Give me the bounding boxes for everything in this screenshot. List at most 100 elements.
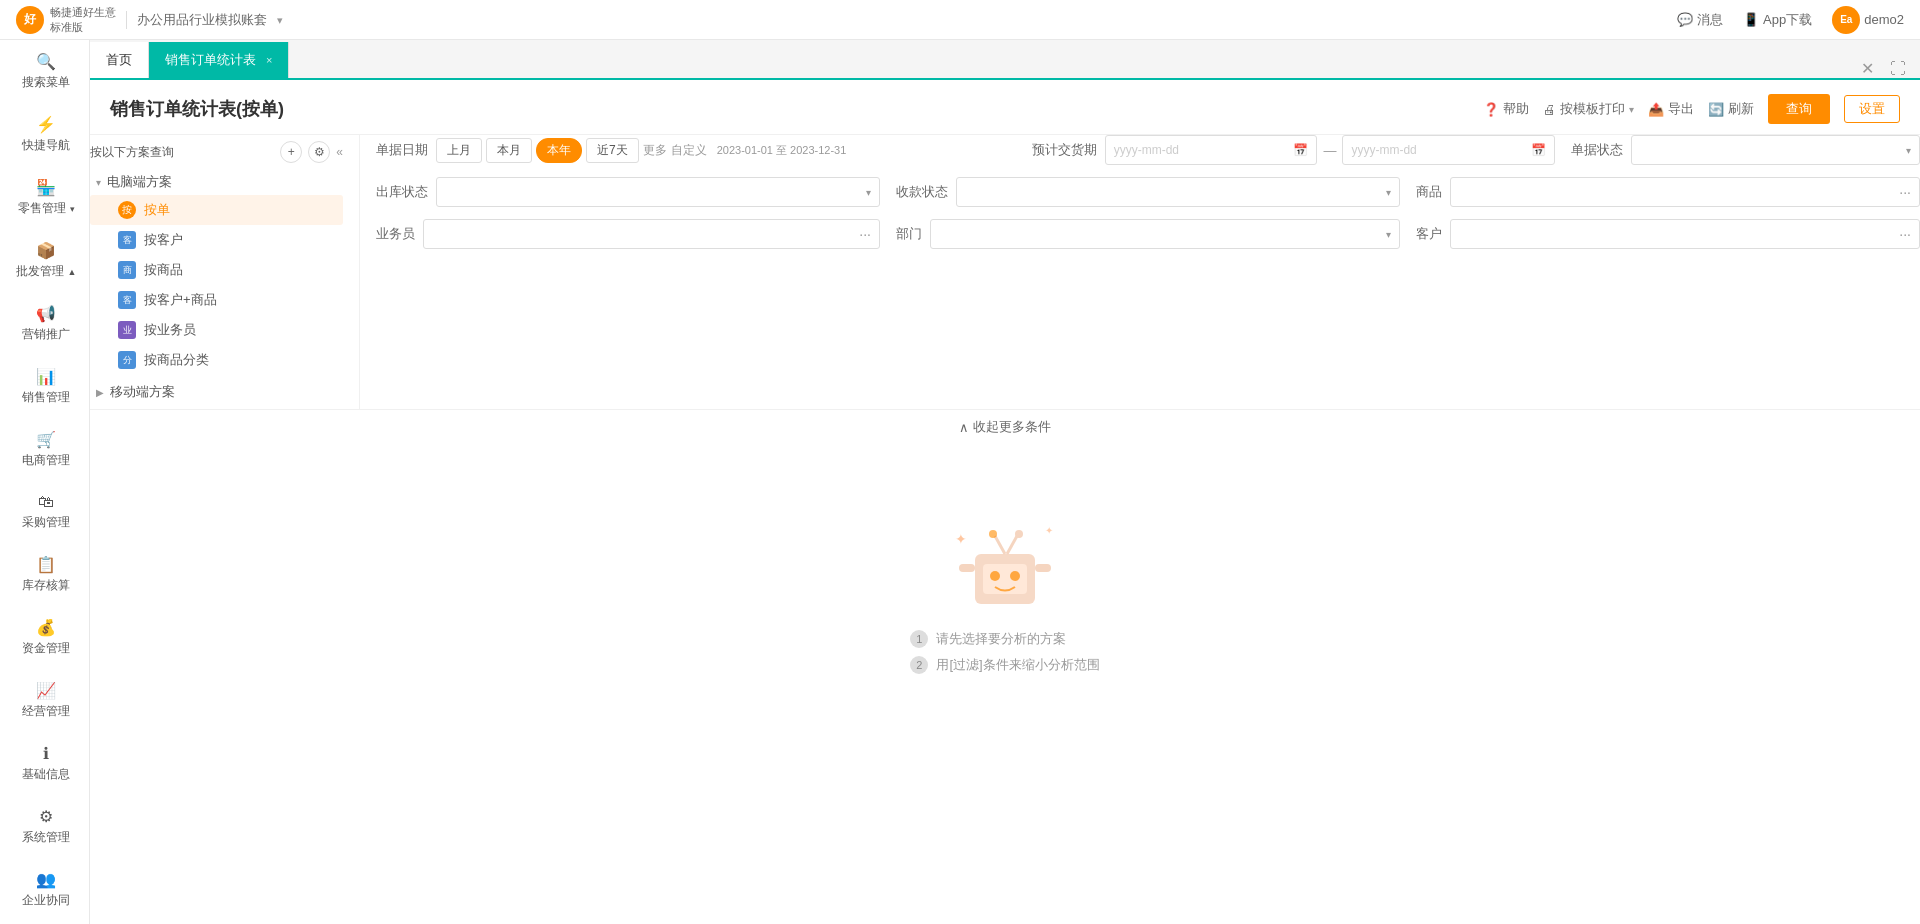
scheme-item-by-category[interactable]: 分 按商品分类 — [90, 345, 343, 375]
scheme-item-by-order[interactable]: 按 按单 — [90, 195, 343, 225]
filter-customer: 客户 ··· — [1416, 219, 1920, 249]
filter-goods: 商品 ··· — [1416, 177, 1920, 207]
tab-home[interactable]: 首页 — [90, 42, 149, 78]
filter-row-2: 出库状态 ▾ 收款状态 ▾ — [376, 177, 1920, 207]
empty-state: ✦ ✦ 1 请先选择要分析的方案 2 用[过滤]条件来缩小分析范围 — [90, 444, 1920, 734]
preset-custom[interactable]: 自定义 — [671, 142, 707, 159]
filter-salesperson: 业务员 ··· — [376, 219, 880, 249]
scheme-group-header-pc[interactable]: ▾ 电脑端方案 — [90, 169, 343, 195]
scheme-item-by-salesperson[interactable]: 业 按业务员 — [90, 315, 343, 345]
user-menu[interactable]: Ea demo2 — [1832, 6, 1904, 34]
goods-dots[interactable]: ··· — [1899, 184, 1911, 200]
help-icon: ❓ — [1483, 102, 1499, 117]
bill-status-arrow-icon: ▾ — [1906, 145, 1911, 156]
scheme-settings-button[interactable]: ⚙ — [308, 141, 330, 163]
salesperson-select[interactable]: ··· — [423, 219, 880, 249]
bill-date-label: 单据日期 — [376, 141, 428, 159]
sidebar-item-operations[interactable]: 📈 经营管理 — [0, 669, 89, 732]
hint-num-2: 2 — [910, 656, 928, 674]
tab-close-icon[interactable]: × — [266, 54, 272, 66]
window-maximize-button[interactable]: ⛶ — [1886, 60, 1910, 78]
print-icon: 🖨 — [1543, 102, 1556, 117]
search-button[interactable]: 查询 — [1768, 94, 1830, 124]
filter-department: 部门 ▾ — [896, 219, 1400, 249]
hint-num-1: 1 — [910, 630, 928, 648]
expected-date-from[interactable]: yyyy-mm-dd 📅 — [1105, 135, 1318, 165]
scheme-item-by-both[interactable]: 客 按客户+商品 — [90, 285, 343, 315]
sidebar-item-search[interactable]: 🔍 搜索菜单 — [0, 40, 89, 103]
sidebar-item-retail[interactable]: 🏪 零售管理 ▾ — [0, 166, 89, 229]
wholesale-icon: 📦 — [36, 241, 56, 260]
window-close-button[interactable]: ✕ — [1857, 59, 1878, 78]
scheme-item-by-product[interactable]: 商 按商品 — [90, 255, 343, 285]
message-button[interactable]: 💬 消息 — [1677, 11, 1723, 29]
scheme-item-by-customer[interactable]: 客 按客户 — [90, 225, 343, 255]
purchase-icon: 🛍 — [38, 493, 54, 511]
sidebar-item-enterprise[interactable]: 👥 企业协同 — [0, 858, 89, 921]
operations-icon: 📈 — [36, 681, 56, 700]
salesperson-label: 业务员 — [376, 225, 415, 243]
preset-this-year[interactable]: 本年 — [536, 138, 582, 163]
settings-button[interactable]: 设置 — [1844, 95, 1900, 123]
sidebar-item-marketing[interactable]: 📢 营销推广 — [0, 292, 89, 355]
page-title: 销售订单统计表(按单) — [110, 97, 284, 121]
refresh-button[interactable]: 🔄 刷新 — [1708, 100, 1754, 118]
tab-sales-stat[interactable]: 销售订单统计表 × — [149, 42, 289, 78]
delivery-arrow-icon: ▾ — [866, 187, 871, 198]
filter-bill-date: 单据日期 上月 本月 本年 近7天 更多 自定义 2023-01-01 至 20… — [376, 138, 1016, 163]
department-label: 部门 — [896, 225, 922, 243]
top-bar: 好 畅捷通好生意 标准版 办公用品行业模拟账套 ▾ 💬 消息 📱 App下载 E… — [0, 0, 1920, 40]
expected-date-to[interactable]: yyyy-mm-dd 📅 — [1342, 135, 1555, 165]
collapse-row[interactable]: ∧ 收起更多条件 — [90, 409, 1920, 444]
receipt-status-label: 收款状态 — [896, 183, 948, 201]
bill-status-select[interactable]: ▾ — [1631, 135, 1920, 165]
filter-expected-date: 预计交货期 yyyy-mm-dd 📅 — yyyy-mm-dd — [1032, 135, 1555, 165]
tab-actions: ✕ ⛶ — [1857, 59, 1920, 78]
scheme-header-actions: + ⚙ « — [280, 141, 343, 163]
expected-date-range: yyyy-mm-dd 📅 — yyyy-mm-dd 📅 — [1105, 135, 1555, 165]
logo-text: 畅捷通好生意 标准版 — [50, 5, 116, 34]
salesperson-dots[interactable]: ··· — [859, 226, 871, 242]
empty-hint-1: 1 请先选择要分析的方案 — [910, 630, 1099, 648]
date-range-text: 2023-01-01 至 2023-12-31 — [717, 143, 847, 158]
inventory-icon: 📋 — [36, 555, 56, 574]
sidebar-item-ecommerce[interactable]: 🛒 电商管理 — [0, 418, 89, 481]
export-icon: 📤 — [1648, 102, 1664, 117]
sidebar-item-purchase[interactable]: 🛍 采购管理 — [0, 481, 89, 543]
svg-line-8 — [1007, 536, 1017, 554]
receipt-status-select[interactable]: ▾ — [956, 177, 1400, 207]
sidebar-item-sales[interactable]: 📊 销售管理 — [0, 355, 89, 418]
scheme-add-button[interactable]: + — [280, 141, 302, 163]
filter-delivery-status: 出库状态 ▾ — [376, 177, 880, 207]
scheme-group-header-mobile[interactable]: ▶ 移动端方案 — [90, 379, 343, 405]
customer-dots[interactable]: ··· — [1899, 226, 1911, 242]
help-button[interactable]: ❓ 帮助 — [1483, 100, 1529, 118]
sidebar-item-basic-info[interactable]: ℹ 基础信息 — [0, 732, 89, 795]
sidebar-item-wholesale[interactable]: 📦 批发管理 ▲ — [0, 229, 89, 292]
scheme-item-icon-both: 客 — [118, 291, 136, 309]
sidebar-item-system[interactable]: ⚙ 系统管理 — [0, 795, 89, 858]
export-button[interactable]: 📤 导出 — [1648, 100, 1694, 118]
system-icon: ⚙ — [39, 807, 53, 826]
preset-more[interactable]: 更多 — [643, 142, 667, 159]
app-download-button[interactable]: 📱 App下载 — [1743, 11, 1812, 29]
svg-line-6 — [995, 536, 1005, 554]
sidebar-item-inventory[interactable]: 📋 库存核算 — [0, 543, 89, 606]
department-select[interactable]: ▾ — [930, 219, 1400, 249]
delivery-status-select[interactable]: ▾ — [436, 177, 880, 207]
customer-label: 客户 — [1416, 225, 1442, 243]
system-title[interactable]: 办公用品行业模拟账套 ▾ — [126, 11, 283, 29]
preset-7days[interactable]: 近7天 — [586, 138, 639, 163]
preset-this-month[interactable]: 本月 — [486, 138, 532, 163]
sidebar-item-finance[interactable]: 💰 资金管理 — [0, 606, 89, 669]
preset-last-month[interactable]: 上月 — [436, 138, 482, 163]
scheme-collapse-button[interactable]: « — [336, 145, 343, 159]
sidebar-item-quick-nav[interactable]: ⚡ 快捷导航 — [0, 103, 89, 166]
scheme-panel: 按以下方案查询 + ⚙ « ▾ 电脑端方案 — [90, 135, 360, 409]
message-icon: 💬 — [1677, 12, 1693, 27]
group-arrow-icon-mobile: ▶ — [96, 387, 104, 398]
goods-select[interactable]: ··· — [1450, 177, 1920, 207]
filter-row-1: 单据日期 上月 本月 本年 近7天 更多 自定义 2023-01-01 至 20… — [376, 135, 1920, 165]
print-button[interactable]: 🖨 按模板打印 ▾ — [1543, 100, 1634, 118]
customer-select[interactable]: ··· — [1450, 219, 1920, 249]
